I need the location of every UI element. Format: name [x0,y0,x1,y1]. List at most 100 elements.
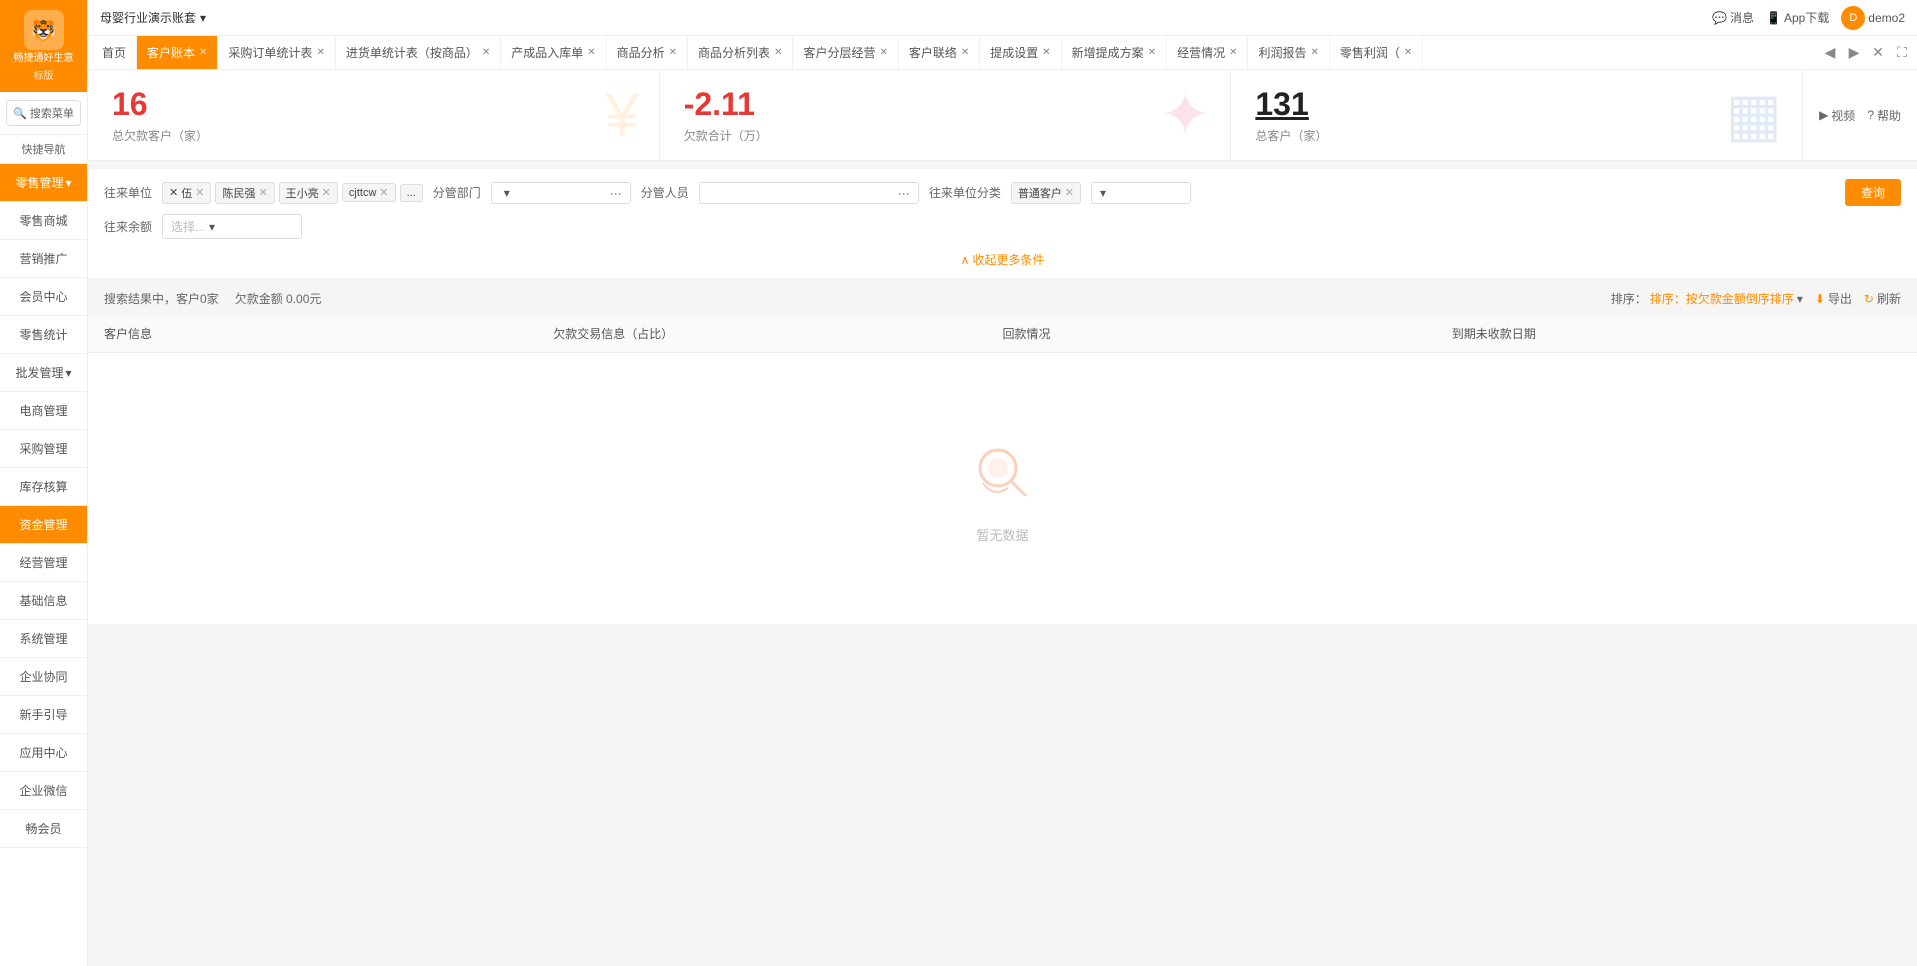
tab-retail-profit[interactable]: 零售利润（ ✕ [1330,36,1423,70]
sidebar-item-finance[interactable]: 资金管理 [0,506,87,544]
sidebar: 🐯 畅捷通好生意 标版 🔍 搜索菜单 快捷导航 零售管理 ▾ 零售商城 营销推广… [0,0,88,966]
app-download-button[interactable]: 📱 App下载 [1766,9,1829,26]
top-bar-left: 母婴行业演示账套 ▾ [100,9,206,26]
tab-new-promotion-label: 新增提成方案 [1072,44,1144,61]
tab-profit-report-close[interactable]: ✕ [1311,47,1319,58]
tab-new-promotion-close[interactable]: ✕ [1148,47,1156,58]
tab-product-analysis-list-close[interactable]: ✕ [774,47,782,58]
stats-bar: ¥ 16 总欠款客户（家） ✦ -2.11 欠款合计（万） ▦ 131 总客户（… [88,70,1917,161]
export-button[interactable]: ⬇ 导出 [1815,290,1852,307]
collapse-button[interactable]: ∧ 收起更多条件 [961,251,1045,268]
sidebar-item-vip[interactable]: 畅会员 [0,810,87,848]
nav-tabs: 首页 客户账本 ✕ 采购订单统计表 ✕ 进货单统计表（按商品） ✕ 产成品入库单… [88,36,1917,70]
tab-operations[interactable]: 经营情况 ✕ [1167,36,1248,70]
filter-tag-3: 王小亮 ✕ [279,182,338,204]
tab-product-analysis[interactable]: 商品分析 ✕ [607,36,688,70]
tab-stock-stats-close[interactable]: ✕ [482,47,490,58]
sidebar-item-purchase[interactable]: 采购管理 [0,430,87,468]
sidebar-item-retail-mall[interactable]: 零售商城 [0,202,87,240]
tab-scroll-right[interactable]: ▶ [1843,42,1865,64]
tab-operations-close[interactable]: ✕ [1229,47,1237,58]
help-button[interactable]: ? 帮助 [1867,107,1901,124]
sidebar-item-appstore[interactable]: 应用中心 [0,734,87,772]
chevron-down-icon-dept: ▾ [504,186,510,200]
tab-scroll-left[interactable]: ◀ [1819,42,1841,64]
user-profile[interactable]: D demo2 [1841,6,1905,30]
refresh-button[interactable]: ↻ 刷新 [1864,290,1901,307]
logo-text: 畅捷通好生意 [14,52,74,65]
query-button[interactable]: 查询 [1845,179,1901,206]
tab-product-analysis-close[interactable]: ✕ [669,47,677,58]
tab-stock-stats[interactable]: 进货单统计表（按商品） ✕ [336,36,501,70]
col-due-date: 到期未收款日期 [1452,325,1901,342]
sidebar-item-retail[interactable]: 零售管理 ▾ [0,164,87,202]
tag-class-remove-1[interactable]: ✕ [1065,186,1074,199]
tab-customer-contact[interactable]: 客户联络 ✕ [899,36,980,70]
tab-close-all[interactable]: ✕ [1867,42,1889,64]
sidebar-item-operations[interactable]: 经营管理 [0,544,87,582]
branch-dept-select[interactable]: ▾ ··· [491,182,631,204]
message-button[interactable]: 💬 消息 [1712,9,1754,26]
filter-tag-more[interactable]: ... [400,184,423,202]
tab-production[interactable]: 产成品入库单 ✕ [501,36,606,70]
sort-button[interactable]: 排序： 排序：按欠款金额倒序排序 ▾ [1611,290,1803,307]
stat-label-overdue-amount: 欠款合计（万） [684,127,768,144]
sidebar-item-inventory[interactable]: 库存核算 [0,468,87,506]
tab-purchase-stats[interactable]: 采购订单统计表 ✕ [218,36,335,70]
message-label: 消息 [1730,9,1754,26]
tag-remove-4[interactable]: ✕ [379,186,388,199]
refresh-icon: ↻ [1864,292,1874,306]
page-content: ¥ 16 总欠款客户（家） ✦ -2.11 欠款合计（万） ▦ 131 总客户（… [88,70,1917,966]
sidebar-item-basics[interactable]: 基础信息 [0,582,87,620]
balance-select[interactable]: 选择... ▾ [162,214,302,239]
tab-production-close[interactable]: ✕ [587,47,595,58]
download-icon: 📱 [1766,11,1781,25]
sidebar-item-newbie[interactable]: 新手引导 [0,696,87,734]
tab-accounts-receivable-close[interactable]: ✕ [199,47,207,58]
stat-label-overdue-customers: 总欠款客户（家） [112,127,208,144]
tab-customer-contact-label: 客户联络 [909,44,957,61]
manager-input[interactable]: ··· [699,182,919,204]
main-area: 母婴行业演示账套 ▾ 💬 消息 📱 App下载 D demo2 首页 [88,0,1917,966]
tab-purchase-stats-close[interactable]: ✕ [316,47,324,58]
video-help-button[interactable]: ▶ 视频 [1819,107,1855,124]
quick-nav[interactable]: 快捷导航 [0,135,87,164]
tab-product-analysis-list[interactable]: 商品分析列表 ✕ [688,36,793,70]
tag-remove-1[interactable]: ✕ [195,186,204,199]
sidebar-item-member[interactable]: 会员中心 [0,278,87,316]
sidebar-item-system[interactable]: 系统管理 [0,620,87,658]
results-bar-right: 排序： 排序：按欠款金额倒序排序 ▾ ⬇ 导出 ↻ 刷新 [1611,290,1901,307]
sidebar-item-label-wechat: 企业微信 [19,784,67,798]
tab-profit-report[interactable]: 利润报告 ✕ [1248,36,1329,70]
tab-promotion-settings[interactable]: 提成设置 ✕ [980,36,1061,70]
search-menu-button[interactable]: 🔍 搜索菜单 [6,100,81,126]
top-bar: 母婴行业演示账套 ▾ 💬 消息 📱 App下载 D demo2 [88,0,1917,36]
sidebar-item-wechat[interactable]: 企业微信 [0,772,87,810]
sidebar-item-retail-stats[interactable]: 零售统计 [0,316,87,354]
stat-total-customers: ▦ 131 总客户（家） [1231,70,1803,160]
sidebar-item-wholesale[interactable]: 批发管理 ▾ [0,354,87,392]
stat-actions: ▶ 视频 ? 帮助 [1803,70,1917,160]
sidebar-item-enterprise[interactable]: 企业协同 [0,658,87,696]
unit-class-select[interactable]: ▾ [1091,182,1191,204]
sidebar-item-label-retail: 零售管理 [15,174,63,191]
chevron-down-icon-balance: ▾ [209,220,215,234]
tab-accounts-receivable[interactable]: 客户账本 ✕ [137,36,218,70]
tab-customer-contact-close[interactable]: ✕ [961,47,969,58]
tag-remove-3[interactable]: ✕ [322,186,331,199]
sidebar-item-ecommerce[interactable]: 电商管理 [0,392,87,430]
sidebar-item-label-ecommerce: 电商管理 [19,404,67,418]
tab-customer-segment[interactable]: 客户分层经营 ✕ [793,36,898,70]
tag-remove-2[interactable]: ✕ [258,186,267,199]
sort-value: 排序：按欠款金额倒序排序 [1650,290,1794,307]
export-label: 导出 [1828,290,1852,307]
chevron-down-icon-class: ▾ [1100,186,1106,200]
tab-home[interactable]: 首页 [92,36,137,70]
tab-retail-profit-close[interactable]: ✕ [1404,47,1412,58]
tab-maximize[interactable]: ⛶ [1891,42,1913,64]
tenant-selector[interactable]: 母婴行业演示账套 ▾ [100,9,206,26]
sidebar-item-marketing[interactable]: 营销推广 [0,240,87,278]
tab-customer-segment-close[interactable]: ✕ [879,47,887,58]
tab-new-promotion[interactable]: 新增提成方案 ✕ [1062,36,1167,70]
tab-promotion-settings-close[interactable]: ✕ [1042,47,1050,58]
